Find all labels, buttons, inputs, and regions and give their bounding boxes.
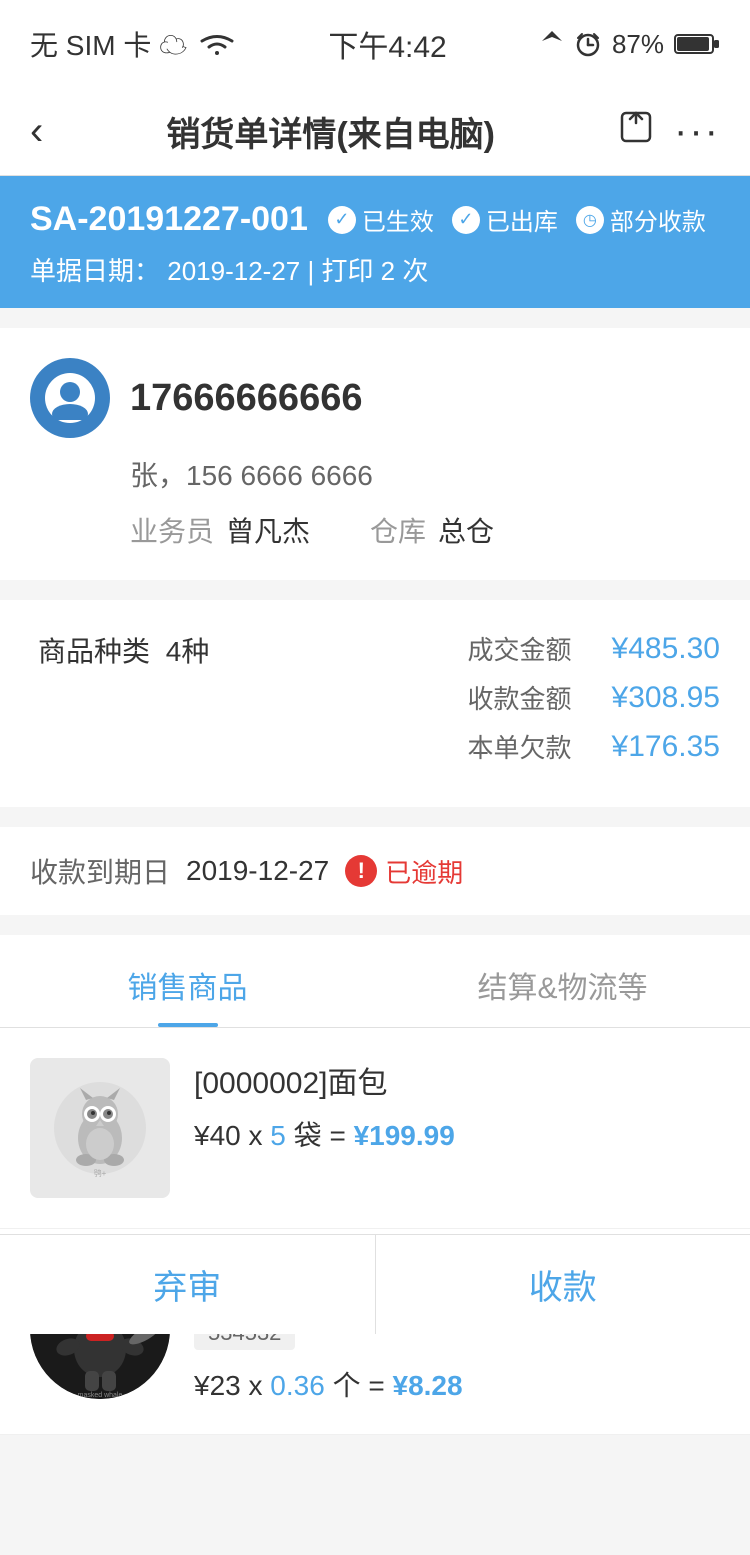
due-label: 收款到期日: [30, 851, 170, 891]
product-name-1: [0000002]面包: [194, 1058, 720, 1102]
badge-effective: ✓ 已生效: [328, 202, 434, 237]
clock-icon: ◷: [576, 206, 604, 234]
badge-shipped: ✓ 已出库: [452, 202, 558, 237]
customer-meta: 业务员 曾凡杰 仓库 总仓: [30, 510, 720, 550]
svg-text:masked whale: masked whale: [78, 1392, 123, 1399]
amount-row: 成交金额 ¥485.30: [468, 630, 720, 667]
amount-label: 成交金额: [468, 630, 572, 667]
overdue-text: 已逾期: [385, 853, 463, 890]
battery-icon: [674, 32, 720, 56]
debt-row: 本单欠款 ¥176.35: [468, 728, 720, 765]
bottom-bar: 弃审 收款: [0, 1234, 750, 1334]
location-icon: [540, 29, 564, 59]
sales-label: 业务员: [130, 510, 214, 550]
product-equals-1: =: [329, 1120, 353, 1151]
product-qty-2: 0.36: [270, 1370, 325, 1401]
overdue-badge: ! 已逾期: [345, 853, 463, 890]
product-total-2: ¥8.28: [393, 1370, 463, 1401]
nav-bar: ‹ 销货单详情(来自电脑) ···: [0, 88, 750, 176]
product-total-1: ¥199.99: [354, 1120, 455, 1151]
product-price-2: ¥23: [194, 1370, 241, 1401]
avatar: [30, 358, 110, 438]
product-thumb-placeholder: 鸮+: [50, 1078, 150, 1178]
kind-label: 商品种类: [38, 636, 150, 667]
share-button[interactable]: [618, 109, 654, 154]
order-date: 单据日期： 2019-12-27 | 打印 2 次: [30, 251, 720, 288]
product-price-row-1: ¥40 x 5 袋 = ¥199.99: [194, 1114, 720, 1154]
debt-value: ¥176.35: [612, 730, 720, 764]
more-button[interactable]: ···: [674, 109, 720, 154]
due-section: 收款到期日 2019-12-27 ! 已逾期: [0, 827, 750, 915]
product-equals-2: =: [368, 1370, 392, 1401]
badge-label-1: 已生效: [362, 202, 434, 237]
badge-label-2: 已出库: [486, 202, 558, 237]
alarm-icon: [574, 30, 602, 58]
warehouse-label: 仓库: [370, 510, 426, 550]
tab-label-2: 结算&物流等: [477, 972, 647, 1005]
page-title: 销货单详情(来自电脑): [166, 107, 495, 156]
date-label: 单据日期：: [30, 256, 160, 286]
product-kinds: 商品种类 4种: [30, 630, 209, 670]
badge-partial: ◷ 部分收款: [576, 202, 706, 237]
tabs-row: 销售商品 结算&物流等: [0, 935, 750, 1027]
product-item: 鸮+ [0000002]面包 ¥40 x 5 袋 = ¥199.99: [0, 1028, 750, 1229]
paid-value: ¥308.95: [612, 681, 720, 715]
customer-name: 张，156 6666 6666: [30, 454, 720, 494]
tabs-section: 销售商品 结算&物流等: [0, 935, 750, 1028]
date-value: 2019-12-27: [167, 256, 300, 286]
overdue-icon: !: [345, 855, 377, 887]
product-thumbnail-1: 鸮+: [30, 1058, 170, 1198]
wifi-icon: [199, 31, 235, 57]
product-price-row-2: ¥23 x 0.36 个 = ¥8.28: [194, 1364, 720, 1404]
summary-right: 成交金额 ¥485.30 收款金额 ¥308.95 本单欠款 ¥176.35: [468, 630, 720, 777]
battery-text: 87%: [612, 29, 664, 60]
product-multiply-1: x: [249, 1120, 271, 1151]
warehouse-meta: 仓库 总仓: [370, 510, 494, 550]
product-unit-1: 袋: [294, 1120, 322, 1151]
tab-sales-products[interactable]: 销售商品: [0, 935, 375, 1027]
status-time: 下午4:42: [328, 22, 446, 66]
order-id: SA-20191227-001: [30, 200, 308, 239]
confirm-button[interactable]: 收款: [376, 1235, 750, 1334]
status-bar: 无 SIM 卡 ☁ 下午4:42 87%: [0, 0, 750, 88]
confirm-label: 收款: [529, 1260, 597, 1309]
amount-value: ¥485.30: [612, 632, 720, 666]
tab-settlement[interactable]: 结算&物流等: [375, 935, 750, 1027]
print-info: | 打印 2 次: [307, 256, 428, 286]
svg-text:鸮+: 鸮+: [94, 1168, 107, 1178]
sales-meta: 业务员 曾凡杰: [130, 510, 310, 550]
product-multiply-2: x: [249, 1370, 271, 1401]
tab-label-1: 销售商品: [128, 972, 248, 1005]
product-qty-1: 5: [270, 1120, 286, 1151]
warehouse-value: 总仓: [438, 510, 494, 550]
sales-value: 曾凡杰: [226, 510, 310, 550]
products-section: 鸮+ [0000002]面包 ¥40 x 5 袋 = ¥199.99: [0, 1028, 750, 1435]
check-icon-2: ✓: [452, 206, 480, 234]
due-date-value: 2019-12-27: [186, 855, 329, 887]
status-left: 无 SIM 卡 ☁: [30, 24, 235, 64]
summary-left: 商品种类 4种: [30, 630, 209, 670]
product-price-1: ¥40: [194, 1120, 241, 1151]
debt-label: 本单欠款: [468, 728, 572, 765]
nav-actions: ···: [618, 109, 720, 154]
product-info-1: [0000002]面包 ¥40 x 5 袋 = ¥199.99: [194, 1058, 720, 1154]
kind-value: 4种: [166, 636, 210, 667]
avatar-icon: [45, 373, 95, 423]
check-icon-1: ✓: [328, 206, 356, 234]
customer-id: 17666666666: [130, 377, 362, 420]
status-right: 87%: [540, 29, 720, 60]
product-unit-2: 个: [333, 1370, 361, 1401]
cancel-button[interactable]: 弃审: [0, 1235, 376, 1334]
badge-label-3: 部分收款: [610, 202, 706, 237]
summary-section: 商品种类 4种 成交金额 ¥485.30 收款金额 ¥308.95 本单欠款 ¥…: [0, 600, 750, 807]
paid-label: 收款金额: [468, 679, 572, 716]
customer-section: 17666666666 张，156 6666 6666 业务员 曾凡杰 仓库 总…: [0, 328, 750, 580]
order-header: SA-20191227-001 ✓ 已生效 ✓ 已出库 ◷ 部分收款 单据日期：…: [0, 176, 750, 308]
signal-text: 无 SIM 卡 ☁: [30, 24, 187, 64]
status-badges: ✓ 已生效 ✓ 已出库 ◷ 部分收款: [328, 202, 706, 237]
back-button[interactable]: ‹: [30, 109, 43, 154]
paid-row: 收款金额 ¥308.95: [468, 679, 720, 716]
cancel-label: 弃审: [153, 1260, 221, 1309]
